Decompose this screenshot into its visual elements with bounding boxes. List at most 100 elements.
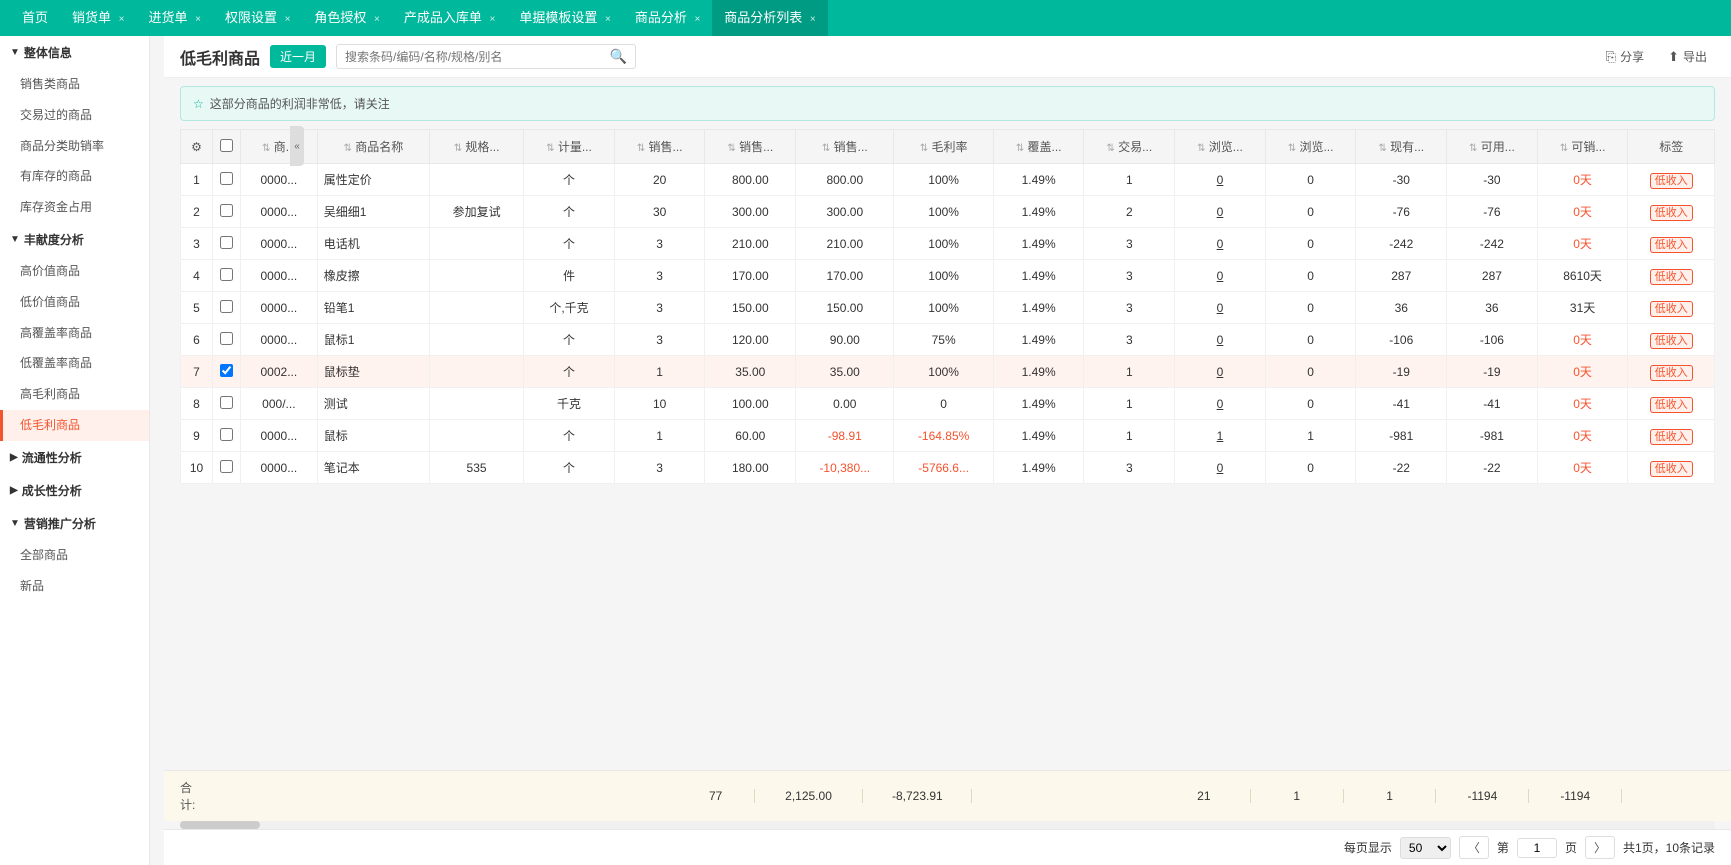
- export-button[interactable]: ⬆ 导出: [1660, 44, 1715, 69]
- col-name[interactable]: ⇅ 商品名称: [317, 130, 429, 164]
- close-sales-icon[interactable]: ×: [119, 14, 125, 25]
- nav-analysis-list[interactable]: 商品分析列表 ×: [712, 0, 827, 36]
- horizontal-scrollbar[interactable]: [180, 821, 1715, 829]
- cell-checkbox[interactable]: [213, 324, 241, 356]
- row-checkbox[interactable]: [220, 236, 233, 249]
- col-settings[interactable]: ⚙: [181, 130, 213, 164]
- search-input[interactable]: [345, 50, 610, 64]
- cell-views1[interactable]: 0: [1175, 196, 1266, 228]
- nav-roles[interactable]: 角色授权 ×: [302, 0, 391, 36]
- cell-views1[interactable]: 0: [1175, 324, 1266, 356]
- next-page-button[interactable]: 〉: [1585, 836, 1615, 859]
- sidebar-item-high-profit[interactable]: 高毛利商品: [0, 379, 149, 410]
- row-checkbox[interactable]: [220, 428, 233, 441]
- sidebar-section-growth[interactable]: ▶ 成长性分析: [0, 474, 149, 507]
- time-filter-button[interactable]: 近一月: [270, 45, 326, 68]
- col-current-stock[interactable]: ⇅ 现有...: [1356, 130, 1447, 164]
- sidebar-item-sales-category[interactable]: 销售类商品: [0, 69, 149, 100]
- cell-views1[interactable]: 0: [1175, 292, 1266, 324]
- row-checkbox[interactable]: [220, 268, 233, 281]
- sidebar-collapse-button[interactable]: «: [290, 126, 304, 166]
- col-sales-profit[interactable]: ⇅ 销售...: [796, 130, 894, 164]
- cell-views1[interactable]: 0: [1175, 260, 1266, 292]
- sidebar-section-richness[interactable]: ▼ 丰献度分析: [0, 223, 149, 256]
- row-checkbox[interactable]: [220, 300, 233, 313]
- cell-spec: [429, 420, 523, 452]
- cell-checkbox[interactable]: [213, 196, 241, 228]
- col-checkbox[interactable]: [213, 130, 241, 164]
- sidebar-item-low-profit[interactable]: 低毛利商品: [0, 410, 149, 441]
- cell-checkbox[interactable]: [213, 452, 241, 484]
- col-transactions[interactable]: ⇅ 交易...: [1084, 130, 1175, 164]
- share-button[interactable]: ⎘ 分享: [1598, 44, 1652, 69]
- nav-purchase[interactable]: 进货单 ×: [136, 0, 212, 36]
- cell-available: -22: [1447, 452, 1538, 484]
- sidebar-section-flow[interactable]: ▶ 流通性分析: [0, 441, 149, 474]
- sort-available-icon: ⇅: [1469, 143, 1477, 154]
- col-available[interactable]: ⇅ 可用...: [1447, 130, 1538, 164]
- cell-checkbox[interactable]: [213, 228, 241, 260]
- cell-checkbox[interactable]: [213, 356, 241, 388]
- row-checkbox[interactable]: [220, 396, 233, 409]
- col-unit[interactable]: ⇅ 计量...: [524, 130, 615, 164]
- close-purchase-icon[interactable]: ×: [195, 14, 201, 25]
- sidebar-item-fund-occupation[interactable]: 库存资金占用: [0, 192, 149, 223]
- cell-views1[interactable]: 0: [1175, 356, 1266, 388]
- close-analysis-list-icon[interactable]: ×: [810, 14, 816, 25]
- nav-permissions[interactable]: 权限设置 ×: [213, 0, 302, 36]
- nav-home[interactable]: 首页: [10, 0, 60, 36]
- cell-views1[interactable]: 0: [1175, 228, 1266, 260]
- cell-coverage: 1.49%: [993, 196, 1084, 228]
- close-roles-icon[interactable]: ×: [374, 14, 380, 25]
- cell-checkbox[interactable]: [213, 388, 241, 420]
- prev-page-button[interactable]: 〈: [1459, 836, 1489, 859]
- row-checkbox[interactable]: [220, 172, 233, 185]
- col-views1[interactable]: ⇅ 浏览...: [1175, 130, 1266, 164]
- page-size-select[interactable]: 50 100 200: [1400, 837, 1451, 859]
- select-all-checkbox[interactable]: [220, 139, 233, 152]
- nav-sales[interactable]: 销货单 ×: [60, 0, 136, 36]
- row-checkbox[interactable]: [220, 460, 233, 473]
- cell-checkbox[interactable]: [213, 420, 241, 452]
- sidebar-section-general-info[interactable]: ▼ 整体信息: [0, 36, 149, 69]
- cell-checkbox[interactable]: [213, 260, 241, 292]
- close-analysis-icon[interactable]: ×: [694, 14, 700, 25]
- nav-templates[interactable]: 单据模板设置 ×: [507, 0, 622, 36]
- col-spec[interactable]: ⇅ 规格...: [429, 130, 523, 164]
- nav-products-in[interactable]: 产成品入库单 ×: [392, 0, 507, 36]
- scrollbar-thumb[interactable]: [180, 821, 260, 829]
- sidebar-item-new-goods[interactable]: 新品: [0, 571, 149, 602]
- sidebar-item-high-value[interactable]: 高价值商品: [0, 256, 149, 287]
- sidebar-item-high-coverage[interactable]: 高覆盖率商品: [0, 318, 149, 349]
- sidebar-item-all-goods[interactable]: 全部商品: [0, 540, 149, 571]
- cell-views1[interactable]: 0: [1175, 164, 1266, 196]
- cell-views1[interactable]: 1: [1175, 420, 1266, 452]
- close-products-icon[interactable]: ×: [490, 14, 496, 25]
- col-sales-price[interactable]: ⇅ 销售...: [705, 130, 796, 164]
- sidebar-item-category-sales-rate[interactable]: 商品分类助销率: [0, 131, 149, 162]
- nav-analysis[interactable]: 商品分析 ×: [623, 0, 712, 36]
- cell-views1[interactable]: 0: [1175, 452, 1266, 484]
- cell-checkbox[interactable]: [213, 292, 241, 324]
- sidebar-item-inventory-goods[interactable]: 有库存的商品: [0, 161, 149, 192]
- page-number-input[interactable]: [1517, 838, 1557, 858]
- close-templates-icon[interactable]: ×: [605, 14, 611, 25]
- col-sellable[interactable]: ⇅ 可销...: [1537, 130, 1628, 164]
- col-sales-qty[interactable]: ⇅ 销售...: [614, 130, 705, 164]
- col-views2[interactable]: ⇅ 浏览...: [1265, 130, 1356, 164]
- row-checkbox[interactable]: [220, 332, 233, 345]
- cell-checkbox[interactable]: [213, 164, 241, 196]
- content-area: 低毛利商品 近一月 🔍 ⎘ 分享 ⬆ 导出 ☆ 这部分商品的利润非常低，请关注: [164, 36, 1731, 865]
- cell-views1[interactable]: 0: [1175, 388, 1266, 420]
- col-coverage[interactable]: ⇅ 覆盖...: [993, 130, 1084, 164]
- row-checkbox[interactable]: [220, 364, 233, 377]
- col-code[interactable]: ⇅ 商...: [241, 130, 318, 164]
- cell-sales-profit: -10,380...: [796, 452, 894, 484]
- row-checkbox[interactable]: [220, 204, 233, 217]
- sidebar-item-low-value[interactable]: 低价值商品: [0, 287, 149, 318]
- close-permissions-icon[interactable]: ×: [285, 14, 291, 25]
- sidebar-item-traded-goods[interactable]: 交易过的商品: [0, 100, 149, 131]
- sidebar-section-marketing[interactable]: ▼ 营销推广分析: [0, 507, 149, 540]
- col-gross-margin[interactable]: ⇅ 毛利率: [894, 130, 993, 164]
- sidebar-item-low-coverage[interactable]: 低覆盖率商品: [0, 348, 149, 379]
